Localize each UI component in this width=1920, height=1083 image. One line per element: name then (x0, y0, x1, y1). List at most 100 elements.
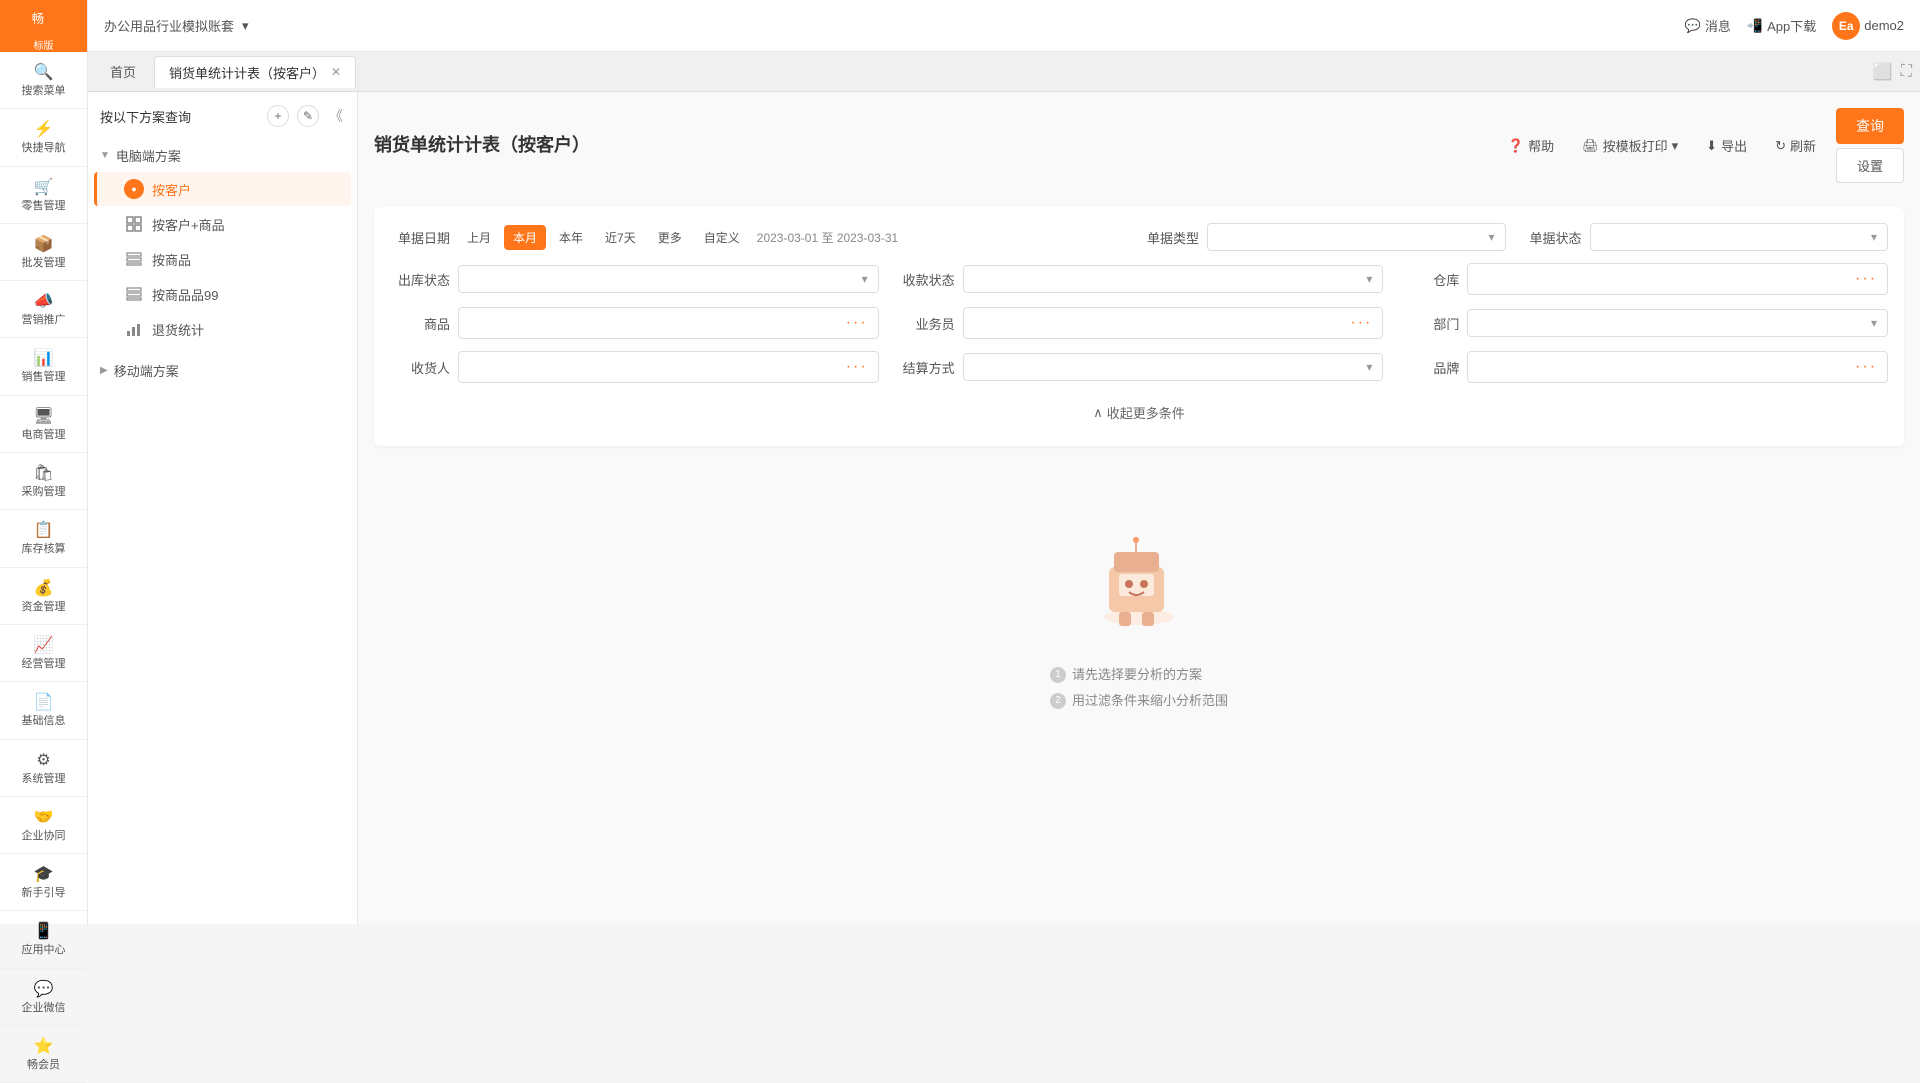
salesperson-select[interactable]: ··· (963, 307, 1384, 339)
warehouse-select[interactable]: ··· (1467, 263, 1888, 295)
department-select[interactable]: ▾ (1467, 309, 1888, 337)
collapse-panel-button[interactable]: 《 (327, 104, 345, 128)
date-label: 单据日期 (390, 228, 450, 247)
tree-child-by-customer-label: 按客户 (152, 180, 191, 199)
tree-child-by-customer[interactable]: ● 按客户 (94, 172, 351, 206)
sidebar-item-new-guide[interactable]: 🎓 新手引导 (0, 854, 87, 911)
quick-nav-icon: ⚡ (4, 119, 83, 139)
return-stat-icon (124, 319, 144, 339)
page-toolbar: ❓ 帮助 🖨 按模板打印 ▾ ⬇ 导出 ↻ 刷新 (1500, 108, 1904, 183)
date-tab-custom[interactable]: 自定义 (695, 225, 749, 250)
edit-scheme-button[interactable]: ✎ (297, 105, 319, 127)
date-tabs-container: 上月 本月 本年 近7天 更多 自定义 (458, 225, 749, 250)
date-tab-last-month[interactable]: 上月 (458, 225, 500, 250)
top-header: 办公用品行业模拟账套 ▾ 💬 消息 📲 App下载 Ea demo2 (88, 0, 1920, 52)
top-header-title[interactable]: 办公用品行业模拟账套 ▾ (104, 16, 249, 35)
receiver-select[interactable]: ··· (458, 351, 879, 383)
tree-child-by-customer-product-label: 按客户+商品 (152, 215, 225, 234)
sidebar-item-ops-mgmt[interactable]: 📈 经营管理 (0, 625, 87, 682)
sidebar-item-app-center[interactable]: 📱 应用中心 (0, 911, 87, 968)
department-label: 部门 (1399, 314, 1459, 333)
doc-status-select[interactable]: ▾ (1590, 223, 1889, 251)
filter-receiver: 收货人 ··· (390, 351, 879, 383)
tree-child-by-product-99[interactable]: 按商品品99 (94, 277, 351, 311)
tree-desktop-section: ▼ 电脑端方案 ● 按客户 按客户+商品 按商品 (88, 136, 357, 351)
sidebar-item-sales-mgmt[interactable]: 📊 销售管理 (0, 338, 87, 395)
add-scheme-button[interactable]: + (267, 105, 289, 127)
filter-warehouse: 仓库 ··· (1399, 263, 1888, 295)
wholesale-mgmt-icon: 📦 (4, 234, 83, 254)
product-99-icon (124, 284, 144, 304)
tree-child-by-product[interactable]: 按商品 (94, 242, 351, 276)
sidebar-item-corp-agreement[interactable]: 🤝 企业协同 (0, 797, 87, 854)
tree-desktop-parent[interactable]: ▼ 电脑端方案 (88, 140, 357, 171)
brand-select[interactable]: ··· (1467, 351, 1888, 383)
tab-minimize-icon[interactable]: ⬜ (1873, 62, 1893, 82)
sidebar-item-finance-mgmt[interactable]: 💰 资金管理 (0, 568, 87, 625)
filter-doc-status: 单据状态 ▾ (1522, 223, 1889, 251)
ecommerce-icon: 🖥 (4, 406, 83, 426)
tree-mobile-parent[interactable]: ▶ 移动端方案 (88, 355, 357, 386)
tab-expand-area: ⬜ ⛶ (1873, 62, 1912, 82)
collapse-up-icon: ∧ (1093, 405, 1103, 421)
inventory-icon: 📋 (4, 520, 83, 540)
filter-row-3: 商品 ··· 业务员 ··· 部门 (390, 307, 1888, 339)
tree-child-return-stat[interactable]: 退货统计 (94, 312, 351, 346)
date-tab-this-year[interactable]: 本年 (550, 225, 592, 250)
sidebar-item-ecommerce-mgmt[interactable]: 🖥 电商管理 (0, 396, 87, 453)
tab-sales-stat[interactable]: 销货单统计计表（按客户） ✕ (154, 56, 356, 88)
retail-mgmt-icon: 🛒 (4, 177, 83, 197)
filter-row-1: 单据日期 上月 本月 本年 近7天 更多 自定义 2023-03-01 至 20… (390, 223, 1888, 251)
payment-status-chevron-icon: ▾ (1366, 272, 1372, 286)
refresh-button[interactable]: ↻ 刷新 (1767, 132, 1824, 159)
product-icon (124, 249, 144, 269)
sidebar-item-search-menu[interactable]: 🔍 搜索菜单 (0, 52, 87, 109)
sidebar-item-corp-wechat[interactable]: 💬 企业微信 (0, 969, 87, 1026)
doc-status-label: 单据状态 (1522, 228, 1582, 247)
tree-child-by-customer-product[interactable]: 按客户+商品 (94, 207, 351, 241)
doc-type-select[interactable]: ▾ (1207, 223, 1506, 251)
app-download-button[interactable]: 📲 App下载 (1747, 16, 1816, 35)
sidebar-item-vip-member[interactable]: ⭐ 畅会员 (0, 1026, 87, 1083)
payment-status-select[interactable]: ▾ (963, 265, 1384, 293)
out-status-select[interactable]: ▾ (458, 265, 879, 293)
date-tab-more[interactable]: 更多 (649, 225, 691, 250)
sidebar-item-inventory-check[interactable]: 📋 库存核算 (0, 510, 87, 567)
collapse-more-button[interactable]: ∧ 收起更多条件 (390, 395, 1888, 430)
brand-label: 品牌 (1399, 358, 1459, 377)
sidebar-item-quick-nav[interactable]: ⚡ 快捷导航 (0, 109, 87, 166)
print-button[interactable]: 🖨 按模板打印 ▾ (1574, 132, 1686, 159)
search-menu-icon: 🔍 (4, 62, 83, 82)
filter-out-status: 出库状态 ▾ (390, 265, 879, 293)
settings-button[interactable]: 设置 (1836, 148, 1904, 183)
sidebar-item-purchase-mgmt[interactable]: 🛍 采购管理 (0, 453, 87, 510)
filter-settlement-method: 结算方式 ▾ (895, 353, 1384, 381)
tab-expand-icon[interactable]: ⛶ (1901, 63, 1912, 81)
tab-close-icon[interactable]: ✕ (331, 65, 341, 79)
settlement-select[interactable]: ▾ (963, 353, 1384, 381)
sidebar-item-marketing[interactable]: 📣 营销推广 (0, 281, 87, 338)
user-profile[interactable]: Ea demo2 (1832, 12, 1904, 40)
sidebar-item-retail-mgmt[interactable]: 🛒 零售管理 (0, 167, 87, 224)
tab-home[interactable]: 首页 (96, 56, 150, 87)
message-button[interactable]: 💬 消息 (1685, 16, 1731, 35)
date-tab-this-month[interactable]: 本月 (504, 225, 546, 250)
purchase-icon: 🛍 (4, 463, 83, 483)
export-button[interactable]: ⬇ 导出 (1698, 132, 1755, 159)
tip-num-2: 2 (1050, 693, 1066, 709)
sidebar-item-sys-mgmt[interactable]: ⚙ 系统管理 (0, 740, 87, 797)
sidebar-logo-text: 标版 (34, 37, 54, 52)
receiver-dots-icon: ··· (846, 358, 868, 376)
date-filter-tabs: 上月 本月 本年 近7天 更多 自定义 2023-03-01 至 2023-03… (458, 225, 1123, 250)
doc-type-chevron-icon: ▾ (1488, 230, 1494, 244)
tree-mobile-label: 移动端方案 (114, 361, 179, 380)
query-button[interactable]: 查询 (1836, 108, 1904, 144)
sidebar-item-wholesale-mgmt[interactable]: 📦 批发管理 (0, 224, 87, 281)
help-button[interactable]: ❓ 帮助 (1500, 132, 1562, 159)
product-select[interactable]: ··· (458, 307, 879, 339)
title-dropdown-icon: ▾ (242, 18, 249, 34)
department-chevron-icon: ▾ (1871, 316, 1877, 330)
app-logo[interactable]: 畅 标版 (0, 0, 87, 52)
sidebar-item-basic-info[interactable]: 📄 基础信息 (0, 682, 87, 739)
date-tab-7days[interactable]: 近7天 (596, 225, 645, 250)
